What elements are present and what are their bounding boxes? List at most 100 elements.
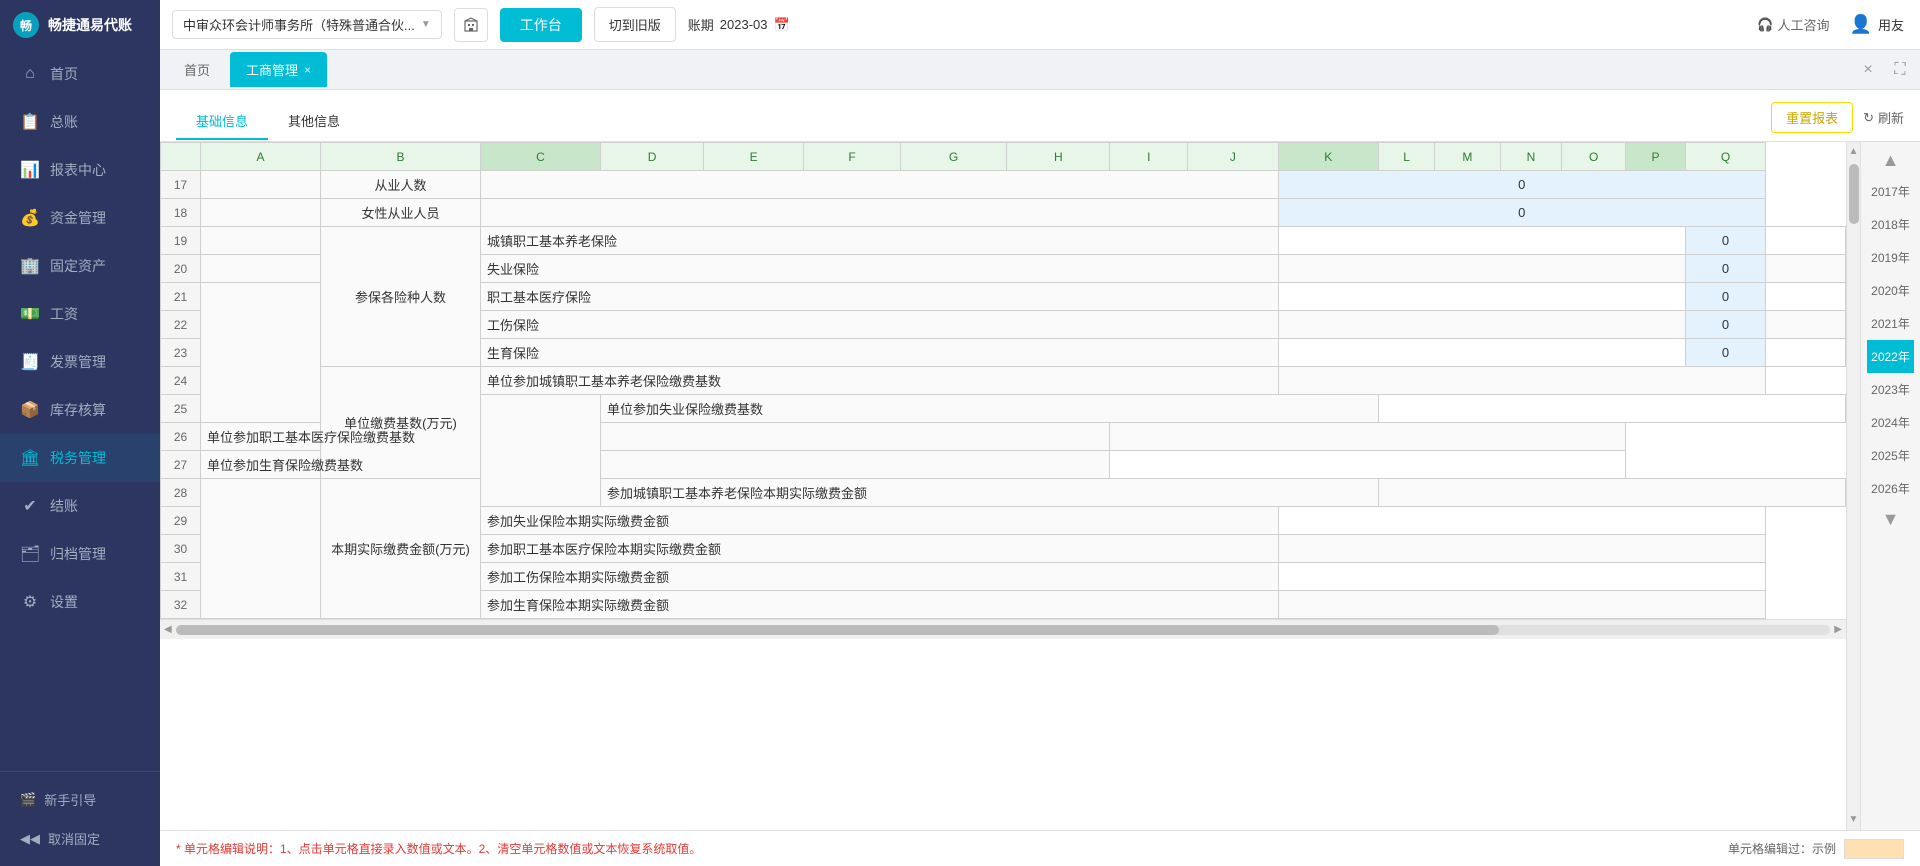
cell-b-28[interactable]: 本期实际缴费金额(万元) bbox=[321, 479, 481, 619]
cell-b-17[interactable]: 从业人数 bbox=[321, 171, 481, 199]
cell-c-18[interactable] bbox=[481, 199, 1279, 227]
year-item[interactable]: 2021年 bbox=[1867, 307, 1914, 340]
cell-c-32[interactable]: 参加生育保险本期实际缴费金额 bbox=[481, 591, 1279, 619]
sidebar-item-funds[interactable]: 💰 资金管理 bbox=[0, 194, 160, 242]
spreadsheet-container[interactable]: A B C D E F G H I J K L M bbox=[160, 142, 1846, 830]
tab-active-business[interactable]: 工商管理 × bbox=[230, 52, 327, 87]
cell-c-20[interactable]: 失业保险 bbox=[481, 255, 1279, 283]
calendar-icon[interactable]: 📅 bbox=[774, 17, 790, 33]
cell-a-28[interactable] bbox=[201, 479, 321, 619]
cell-c-19[interactable]: 城镇职工基本养老保险 bbox=[481, 227, 1279, 255]
cell-c-29[interactable]: 参加失业保险本期实际缴费金额 bbox=[481, 507, 1279, 535]
sidebar-item-payroll[interactable]: 💵 工资 bbox=[0, 290, 160, 338]
year-item[interactable]: 2020年 bbox=[1867, 274, 1914, 307]
col-header-k[interactable]: K bbox=[1278, 143, 1378, 171]
tab-home[interactable]: 首页 bbox=[168, 52, 226, 87]
year-item[interactable]: 2026年 bbox=[1867, 472, 1914, 505]
cell-rest-24[interactable] bbox=[1278, 367, 1765, 395]
scroll-down-btn[interactable]: ▼ bbox=[1847, 810, 1860, 830]
cell-a-20[interactable] bbox=[201, 255, 321, 283]
sidebar-item-archive[interactable]: 🗂 归档管理 bbox=[0, 530, 160, 578]
cell-a-19[interactable] bbox=[201, 227, 321, 255]
year-item[interactable]: 2019年 bbox=[1867, 241, 1914, 274]
col-header-m[interactable]: M bbox=[1435, 143, 1501, 171]
col-header-b[interactable]: B bbox=[321, 143, 481, 171]
cell-q-23[interactable] bbox=[1766, 339, 1846, 367]
v-scroll-thumb[interactable] bbox=[1849, 164, 1859, 224]
cell-rest-25[interactable] bbox=[1378, 395, 1845, 423]
cell-k-18[interactable]: 0 bbox=[1278, 199, 1765, 227]
cell-ko-21[interactable] bbox=[1278, 283, 1685, 311]
cell-ko-22[interactable] bbox=[1278, 311, 1685, 339]
sidebar-item-assets[interactable]: 🏢 固定资产 bbox=[0, 242, 160, 290]
cell-a-18[interactable] bbox=[201, 199, 321, 227]
col-header-j[interactable]: J bbox=[1188, 143, 1278, 171]
cell-c-22[interactable]: 工伤保险 bbox=[481, 311, 1279, 339]
scroll-up-btn[interactable]: ▲ bbox=[1847, 142, 1860, 162]
col-header-o[interactable]: O bbox=[1562, 143, 1626, 171]
col-header-c[interactable]: C bbox=[481, 143, 601, 171]
year-scroll-down[interactable]: ▼ bbox=[1878, 505, 1904, 534]
cell-k-17[interactable]: 0 bbox=[1278, 171, 1765, 199]
workbench-button[interactable]: 工作台 bbox=[500, 8, 582, 42]
cell-c-24[interactable]: 单位参加城镇职工基本养老保险缴费基数 bbox=[481, 367, 1279, 395]
col-header-p[interactable]: P bbox=[1626, 143, 1686, 171]
col-header-h[interactable]: H bbox=[1007, 143, 1110, 171]
cell-q-22[interactable] bbox=[1766, 311, 1846, 339]
scroll-track[interactable] bbox=[176, 625, 1831, 635]
cell-q-21[interactable] bbox=[1766, 283, 1846, 311]
year-item[interactable]: 2022年 bbox=[1867, 340, 1914, 373]
cell-c-21[interactable]: 职工基本医疗保险 bbox=[481, 283, 1279, 311]
cell-b-18[interactable]: 女性从业人员 bbox=[321, 199, 481, 227]
cell-c-31[interactable]: 参加工伤保险本期实际缴费金额 bbox=[481, 563, 1279, 591]
year-item[interactable]: 2024年 bbox=[1867, 406, 1914, 439]
sub-tab-other[interactable]: 其他信息 bbox=[268, 103, 360, 140]
cell-a-17[interactable] bbox=[201, 171, 321, 199]
tab-expand-button[interactable]: ⛶ bbox=[1888, 58, 1912, 82]
cell-p-19[interactable]: 0 bbox=[1686, 227, 1766, 255]
cell-c-28[interactable]: 参加城镇职工基本养老保险本期实际缴费金额 bbox=[601, 479, 1379, 507]
cell-c-30[interactable]: 参加职工基本医疗保险本期实际缴费金额 bbox=[481, 535, 1279, 563]
cell-rest-28[interactable] bbox=[1378, 479, 1845, 507]
reset-report-button[interactable]: 重置报表 bbox=[1771, 102, 1853, 133]
cell-rest-27[interactable] bbox=[1110, 451, 1626, 479]
cell-rest-30[interactable] bbox=[1278, 535, 1765, 563]
v-scroll-track[interactable] bbox=[1847, 162, 1860, 810]
sub-tab-basic[interactable]: 基础信息 bbox=[176, 103, 268, 140]
cell-rest-31[interactable] bbox=[1278, 563, 1765, 591]
cell-p-21[interactable]: 0 bbox=[1686, 283, 1766, 311]
sidebar-item-home[interactable]: ⌂ 首页 bbox=[0, 50, 160, 98]
refresh-button[interactable]: ↻ 刷新 bbox=[1863, 108, 1904, 127]
cell-ko-23[interactable] bbox=[1278, 339, 1685, 367]
sidebar-item-tax[interactable]: 🏛 税务管理 bbox=[0, 434, 160, 482]
tab-close-icon[interactable]: × bbox=[304, 63, 311, 77]
cell-rest-26[interactable] bbox=[1110, 423, 1626, 451]
company-selector[interactable]: 中审众环会计师事务所（特殊普通合伙... ▼ bbox=[172, 10, 442, 39]
cell-p-20[interactable]: 0 bbox=[1686, 255, 1766, 283]
col-header-e[interactable]: E bbox=[704, 143, 804, 171]
col-header-g[interactable]: G bbox=[900, 143, 1006, 171]
year-item[interactable]: 2017年 bbox=[1867, 175, 1914, 208]
cell-p-22[interactable]: 0 bbox=[1686, 311, 1766, 339]
cell-c-17[interactable] bbox=[481, 171, 1279, 199]
old-version-button[interactable]: 切到旧版 bbox=[594, 7, 676, 42]
scroll-thumb[interactable] bbox=[176, 625, 1500, 635]
cell-q-19[interactable] bbox=[1766, 227, 1846, 255]
cell-c-27[interactable]: 单位参加生育保险缴费基数 bbox=[201, 451, 1110, 479]
col-header-i[interactable]: I bbox=[1110, 143, 1188, 171]
col-header-d[interactable]: D bbox=[601, 143, 704, 171]
tab-close-button[interactable]: × bbox=[1856, 58, 1880, 82]
cell-q-20[interactable] bbox=[1766, 255, 1846, 283]
unpin-item[interactable]: ◀◀ 取消固定 bbox=[0, 819, 160, 858]
year-item[interactable]: 2025年 bbox=[1867, 439, 1914, 472]
sidebar-item-settings[interactable]: ⚙ 设置 bbox=[0, 578, 160, 626]
col-header-q[interactable]: Q bbox=[1686, 143, 1766, 171]
col-header-l[interactable]: L bbox=[1378, 143, 1434, 171]
year-scroll-up[interactable]: ▲ bbox=[1878, 146, 1904, 175]
user-area[interactable]: 👤 用友 bbox=[1850, 14, 1904, 35]
cell-a-21[interactable] bbox=[201, 283, 321, 423]
cell-rest-29[interactable] bbox=[1278, 507, 1765, 535]
cell-c-25[interactable]: 单位参加失业保险缴费基数 bbox=[601, 395, 1379, 423]
sidebar-item-reports[interactable]: 📊 报表中心 bbox=[0, 146, 160, 194]
cell-c-26[interactable]: 单位参加职工基本医疗保险缴费基数 bbox=[201, 423, 1110, 451]
